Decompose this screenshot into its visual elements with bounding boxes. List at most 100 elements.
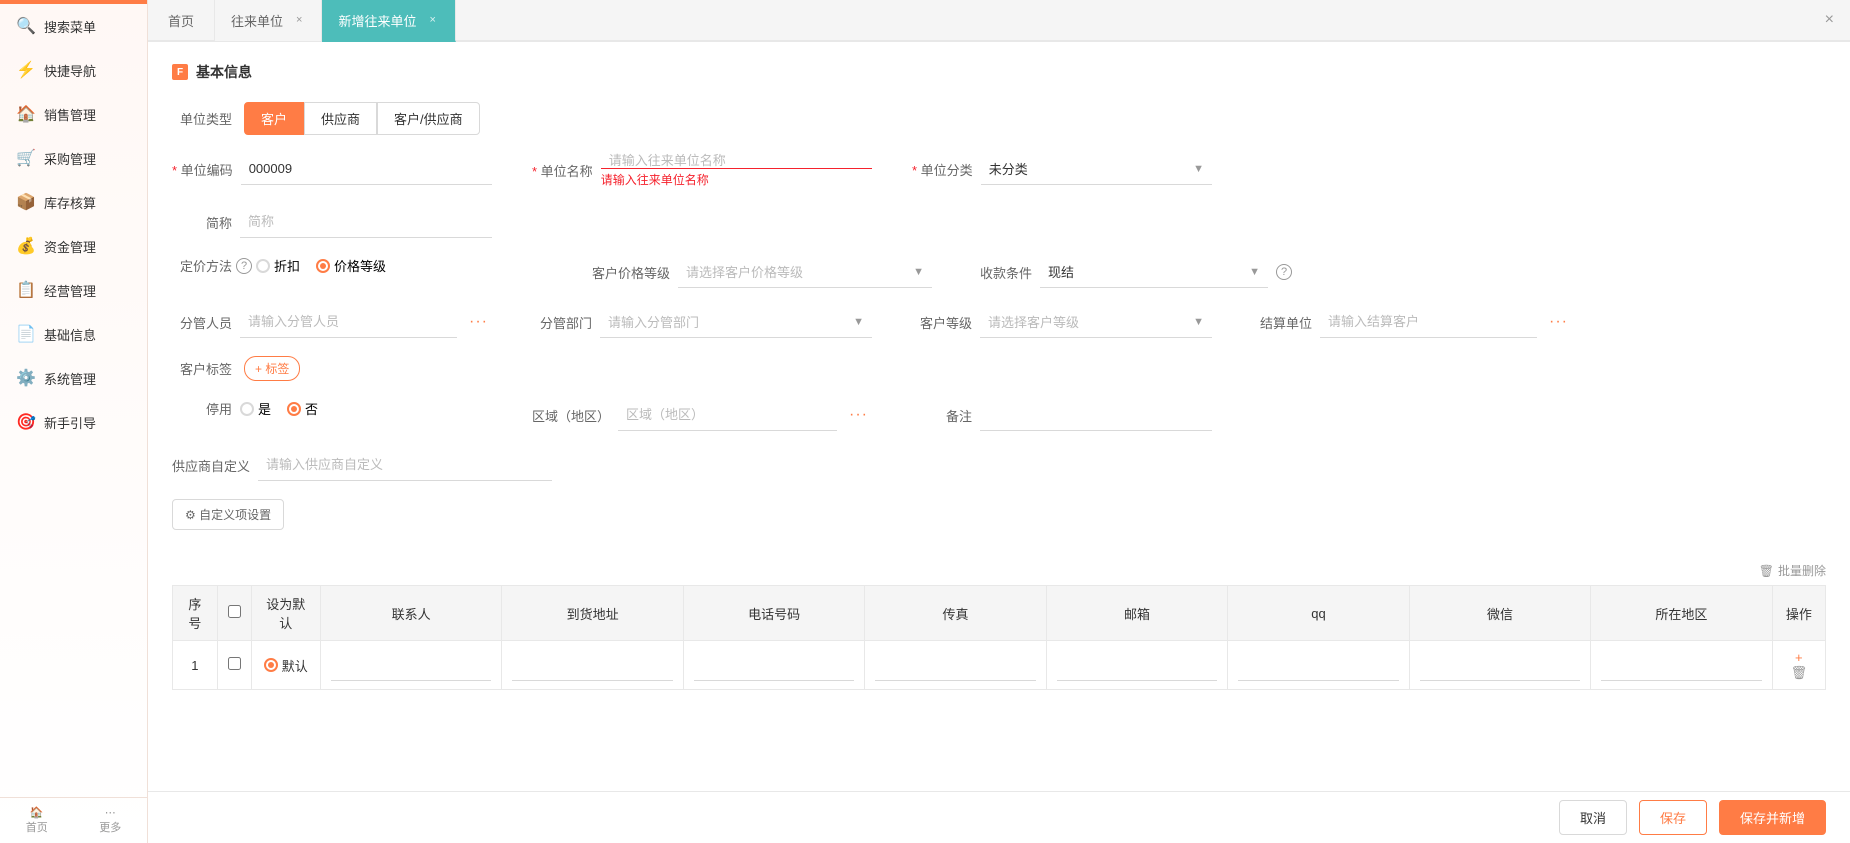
department-select[interactable]: 请输入分管部门 ▼ xyxy=(600,306,872,338)
cancel-button[interactable]: 取消 xyxy=(1559,800,1627,835)
payment-terms-label: 收款条件 xyxy=(972,263,1032,282)
pricing-level-radio[interactable]: 价格等级 xyxy=(316,256,386,275)
col-contact: 联系人 xyxy=(320,586,501,641)
sidebar-item-system[interactable]: ⚙️ 系统管理 xyxy=(0,356,147,400)
region-input[interactable] xyxy=(618,399,837,431)
sidebar-item-basic-info[interactable]: 📄 基础信息 xyxy=(0,312,147,356)
tab-new-partner[interactable]: 新增往来单位 × xyxy=(322,0,455,42)
row-checkbox[interactable] xyxy=(228,657,241,670)
row-checkbox-cell xyxy=(217,641,251,690)
form-row-abbr: 简称 xyxy=(172,206,1826,238)
batch-delete-btn[interactable]: 🗑 批量删除 xyxy=(1759,562,1826,579)
row-delivery-input[interactable] xyxy=(512,649,672,681)
row-default-label: 默认 xyxy=(282,656,308,675)
department-label: 分管部门 xyxy=(532,313,592,332)
form-group-unit-code: 单位编码 xyxy=(172,153,492,185)
row-contact-input[interactable] xyxy=(331,649,491,681)
col-fax: 传真 xyxy=(865,586,1046,641)
sidebar-item-guide[interactable]: 🎯 新手引导 xyxy=(0,400,147,444)
region-more-btn[interactable]: ··· xyxy=(845,406,872,424)
row-email-input[interactable] xyxy=(1057,649,1217,681)
form-row-disable: 停用 是 否 区域（地区） ··· xyxy=(172,399,1826,431)
manager-more-btn[interactable]: ··· xyxy=(465,313,492,331)
tab-home[interactable]: 首页 xyxy=(148,0,215,41)
unit-name-label: 单位名称 xyxy=(532,161,593,180)
disable-no-radio[interactable]: 否 xyxy=(287,399,318,418)
disable-yes-radio[interactable]: 是 xyxy=(240,399,271,418)
row-area-input[interactable] xyxy=(1601,649,1761,681)
sidebar-label-basic-info: 基础信息 xyxy=(44,325,96,344)
payment-terms-help-icon[interactable]: ? xyxy=(1276,264,1292,280)
form-group-customer-level: 客户等级 请选择客户等级 ▼ xyxy=(912,306,1212,338)
pricing-discount-radio[interactable]: 折扣 xyxy=(256,256,300,275)
quicknav-icon: ⚡ xyxy=(16,60,36,80)
operations-icon: 📋 xyxy=(16,280,36,300)
table-actions-top: 🗑 批量删除 xyxy=(172,562,1826,579)
row-delete-btn[interactable]: 🗑 xyxy=(1791,665,1808,680)
save-new-button[interactable]: 保存并新增 xyxy=(1719,800,1826,835)
tab-home-label: 首页 xyxy=(168,11,194,30)
sidebar-item-finance[interactable]: 💰 资金管理 xyxy=(0,224,147,268)
unit-name-wrapper: 请输入往来单位名称 xyxy=(601,153,872,188)
region-label: 区域（地区） xyxy=(532,406,610,425)
select-all-checkbox[interactable] xyxy=(228,605,241,618)
sidebar-bottom-home[interactable]: 🏠 首页 xyxy=(0,798,74,843)
unit-category-select[interactable]: 未分类 ▼ xyxy=(981,153,1212,185)
unit-type-supplier-btn[interactable]: 供应商 xyxy=(304,102,377,135)
sidebar-bottom-more[interactable]: ⋯ 更多 xyxy=(74,798,148,843)
sidebar-label-finance: 资金管理 xyxy=(44,237,96,256)
tabbar-close-all[interactable]: × xyxy=(1809,11,1850,29)
row-phone-input[interactable] xyxy=(694,649,854,681)
pricing-method-label: 定价方法 xyxy=(172,256,232,275)
form-group-unit-category: 单位分类 未分类 ▼ xyxy=(912,153,1212,185)
unit-category-arrow: ▼ xyxy=(1193,163,1204,175)
tab-partner[interactable]: 往来单位 × xyxy=(215,0,322,41)
main-area: 首页 往来单位 × 新增往来单位 × × F 基本信息 单位类型 客户 供应商 … xyxy=(148,0,1850,843)
form-group-remark: 备注 xyxy=(912,399,1212,431)
search-icon: 🔍 xyxy=(16,16,36,36)
sidebar-item-inventory[interactable]: 📦 库存核算 xyxy=(0,180,147,224)
payment-terms-select[interactable]: 现结 ▼ xyxy=(1040,256,1268,288)
unit-type-customer-btn[interactable]: 客户 xyxy=(244,102,304,135)
row-wechat-input[interactable] xyxy=(1420,649,1580,681)
add-tag-btn[interactable]: + 标签 xyxy=(244,356,300,381)
save-button[interactable]: 保存 xyxy=(1639,800,1707,835)
sidebar-item-search[interactable]: 🔍 搜索菜单 xyxy=(0,4,147,48)
manager-input[interactable] xyxy=(240,306,457,338)
supplier-custom-label: 供应商自定义 xyxy=(172,456,250,475)
content-area: F 基本信息 单位类型 客户 供应商 客户/供应商 单位编码 单位名称 xyxy=(148,42,1850,791)
payment-terms-arrow: ▼ xyxy=(1249,266,1260,278)
row-default-radio[interactable] xyxy=(264,658,278,672)
sidebar-item-operations[interactable]: 📋 经营管理 xyxy=(0,268,147,312)
pricing-help-icon[interactable]: ? xyxy=(236,258,252,274)
sidebar-item-sales[interactable]: 🏠 销售管理 xyxy=(0,92,147,136)
row-fax-input[interactable] xyxy=(875,649,1035,681)
form-group-customer-price: 客户价格等级 请选择客户价格等级 ▼ xyxy=(592,256,932,288)
sidebar-item-quick-nav[interactable]: ⚡ 快捷导航 xyxy=(0,48,147,92)
pricing-discount-circle xyxy=(256,259,270,273)
customize-settings-btn[interactable]: ⚙ 自定义项设置 xyxy=(172,499,284,530)
supplier-custom-input[interactable] xyxy=(258,449,552,481)
section-icon: F xyxy=(172,64,188,80)
sidebar-item-purchase[interactable]: 🛒 采购管理 xyxy=(0,136,147,180)
remark-input[interactable] xyxy=(980,399,1212,431)
row-add-btn[interactable]: + xyxy=(1795,650,1803,665)
unit-code-input[interactable] xyxy=(241,153,492,185)
tab-new-partner-close[interactable]: × xyxy=(426,13,438,27)
abbr-input[interactable] xyxy=(240,206,492,238)
customer-price-select[interactable]: 请选择客户价格等级 ▼ xyxy=(678,256,932,288)
section-basic-info: F 基本信息 xyxy=(172,62,1826,82)
col-wechat: 微信 xyxy=(1409,586,1590,641)
customer-price-arrow: ▼ xyxy=(913,266,924,278)
settlement-more-btn[interactable]: ··· xyxy=(1545,313,1572,331)
customer-level-placeholder: 请选择客户等级 xyxy=(988,312,1079,331)
settlement-input[interactable] xyxy=(1320,306,1537,338)
row-qq-input[interactable] xyxy=(1238,649,1398,681)
department-placeholder: 请输入分管部门 xyxy=(608,312,699,331)
unit-name-input[interactable] xyxy=(601,153,872,169)
tab-partner-close[interactable]: × xyxy=(293,13,305,27)
customer-level-select[interactable]: 请选择客户等级 ▼ xyxy=(980,306,1212,338)
unit-type-both-btn[interactable]: 客户/供应商 xyxy=(377,102,480,135)
pricing-level-circle xyxy=(316,259,330,273)
sales-icon: 🏠 xyxy=(16,104,36,124)
